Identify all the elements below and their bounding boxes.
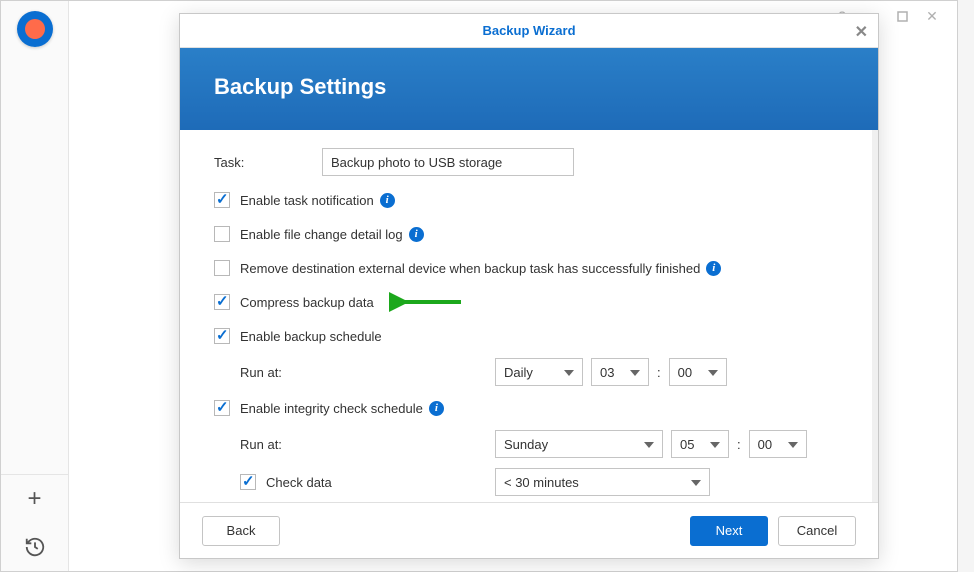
- schedule-label: Enable backup schedule: [240, 329, 382, 344]
- backup-wizard-dialog: Backup Wizard ✕ Backup Settings Task: En…: [179, 13, 879, 559]
- frequency-select[interactable]: Daily: [495, 358, 583, 386]
- schedule-row: Enable backup schedule: [214, 324, 838, 348]
- run-at-label: Run at:: [240, 365, 495, 380]
- info-icon[interactable]: i: [409, 227, 424, 242]
- integrity-minute-select[interactable]: 00: [749, 430, 807, 458]
- compress-label: Compress backup data: [240, 295, 374, 310]
- close-icon[interactable]: ✕: [925, 9, 939, 23]
- task-row: Task:: [214, 148, 838, 176]
- maximize-icon[interactable]: [895, 9, 909, 23]
- duration-select[interactable]: < 30 minutes: [495, 468, 710, 496]
- file-log-row: Enable file change detail log i: [214, 222, 838, 246]
- schedule-time-row: Run at: Daily 03 : 00: [240, 358, 838, 386]
- dialog-header: Backup Settings: [180, 48, 878, 130]
- annotation-arrow-icon: [389, 288, 469, 316]
- next-button[interactable]: Next: [690, 516, 768, 546]
- dialog-footer: Back Next Cancel: [180, 502, 878, 558]
- info-icon[interactable]: i: [706, 261, 721, 276]
- day-select[interactable]: Sunday: [495, 430, 663, 458]
- app-frame: + ? — ✕ Backup Wizard ✕ Backup Settings: [0, 0, 958, 572]
- check-data-label: Check data: [266, 475, 332, 490]
- cancel-button[interactable]: Cancel: [778, 516, 856, 546]
- enable-notification-checkbox[interactable]: [214, 192, 230, 208]
- schedule-checkbox[interactable]: [214, 328, 230, 344]
- dialog-titlebar: Backup Wizard ✕: [180, 14, 878, 48]
- history-button[interactable]: [1, 523, 68, 571]
- app-logo-inner-icon: [25, 19, 45, 39]
- time-colon: :: [657, 365, 661, 380]
- dialog-body: Task: Enable task notification i Enable …: [180, 130, 878, 502]
- run-at-label-2: Run at:: [240, 437, 495, 452]
- time-colon-2: :: [737, 437, 741, 452]
- sidebar-top: [1, 1, 68, 47]
- integrity-hour-select[interactable]: 05: [671, 430, 729, 458]
- file-log-label: Enable file change detail log: [240, 227, 403, 242]
- file-log-checkbox[interactable]: [214, 226, 230, 242]
- remove-external-label: Remove destination external device when …: [240, 261, 700, 276]
- integrity-time-row: Run at: Sunday 05 : 00: [240, 430, 838, 458]
- add-button[interactable]: +: [1, 475, 68, 523]
- minute-select[interactable]: 00: [669, 358, 727, 386]
- enable-notification-label: Enable task notification: [240, 193, 374, 208]
- page-title: Backup Settings: [214, 74, 844, 100]
- integrity-checkbox[interactable]: [214, 400, 230, 416]
- compress-row: Compress backup data: [214, 290, 838, 314]
- task-label: Task:: [214, 155, 322, 170]
- app-logo-icon[interactable]: [17, 11, 53, 47]
- remove-external-row: Remove destination external device when …: [214, 256, 838, 280]
- hour-select[interactable]: 03: [591, 358, 649, 386]
- dialog-close-icon[interactable]: ✕: [855, 22, 868, 42]
- compress-checkbox[interactable]: [214, 294, 230, 310]
- integrity-label: Enable integrity check schedule: [240, 401, 423, 416]
- history-icon: [24, 536, 46, 558]
- sidebar: +: [1, 1, 69, 571]
- sidebar-bottom: +: [1, 474, 68, 571]
- info-icon[interactable]: i: [429, 401, 444, 416]
- dialog-title: Backup Wizard: [482, 23, 575, 38]
- task-name-input[interactable]: [322, 148, 574, 176]
- back-button[interactable]: Back: [202, 516, 280, 546]
- enable-notification-row: Enable task notification i: [214, 188, 838, 212]
- info-icon[interactable]: i: [380, 193, 395, 208]
- integrity-row: Enable integrity check schedule i: [214, 396, 838, 420]
- remove-external-checkbox[interactable]: [214, 260, 230, 276]
- check-data-row: Check data < 30 minutes: [240, 468, 838, 496]
- main-area: ? — ✕ Backup Wizard ✕ Backup Settings Ta…: [69, 1, 957, 571]
- check-data-checkbox[interactable]: [240, 474, 256, 490]
